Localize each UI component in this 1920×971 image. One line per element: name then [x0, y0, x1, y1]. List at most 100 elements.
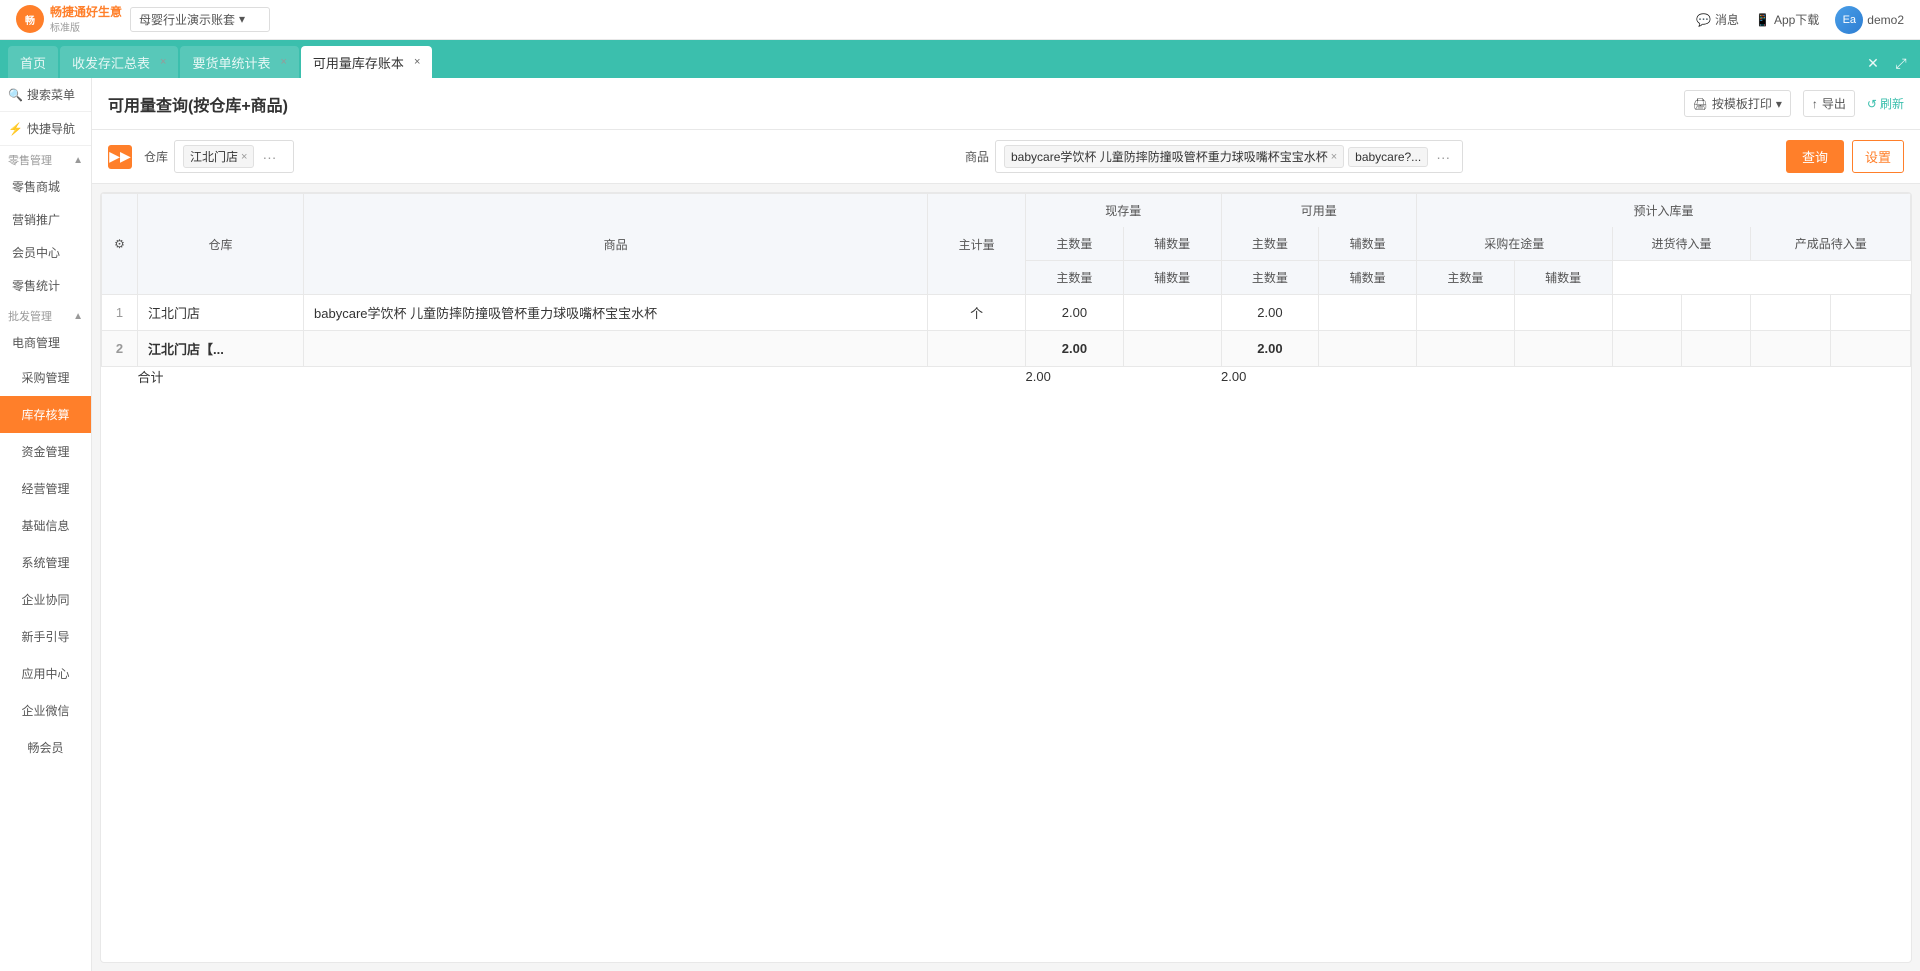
tab-window-actions: ✕ ⤢ [1862, 52, 1912, 78]
col-purchase-transit-header: 采购在途量 [1417, 227, 1613, 261]
sidebar-item-enterprise[interactable]: 企业协同 [0, 581, 91, 618]
col-pp-main-header: 主数量 [1221, 261, 1319, 295]
sidebar-item-retail-stats[interactable]: 零售统计 [0, 269, 91, 302]
tab-home[interactable]: 首页 [8, 46, 58, 78]
row-1-pt-aux [1514, 295, 1612, 331]
export-label: 导出 [1822, 95, 1846, 112]
row-2-current-main: 2.00 [1026, 331, 1124, 367]
brand-info: 畅捷通好生意 标准版 [50, 5, 122, 34]
col-settings-header[interactable]: ⚙ [102, 194, 138, 295]
col-pp-aux-header: 辅数量 [1319, 261, 1417, 295]
export-button[interactable]: ↑ 导出 [1803, 90, 1855, 117]
tab-available-stock-close[interactable]: × [414, 56, 420, 68]
col-avail-aux-header: 辅数量 [1319, 227, 1417, 261]
retail-section-arrow: ▲ [73, 155, 83, 166]
col-purchase-pending-header: 进货待入量 [1612, 227, 1751, 261]
sidebar-item-retail-mall[interactable]: 零售商城 [0, 170, 91, 203]
col-unit-header: 主计量 [928, 194, 1026, 295]
filter-toggle-button[interactable]: ▶▶ [108, 145, 132, 169]
sidebar-item-finance[interactable]: 资金管理 [0, 433, 91, 470]
sidebar-item-ecommerce[interactable]: 电商管理 [0, 326, 91, 359]
sidebar-item-member[interactable]: 畅会员 [0, 729, 91, 766]
warehouse-tag-close[interactable]: × [241, 151, 247, 163]
col-avail-main-header: 主数量 [1221, 227, 1319, 261]
data-table: ⚙ 仓库 商品 主计量 现存量 可用量 预计入库量 主数量 辅数量 主数量 辅数… [101, 193, 1911, 386]
total-pt-aux [1514, 367, 1612, 387]
row-1-pt-main [1417, 295, 1515, 331]
sidebar-section-retail-label: 零售管理 [8, 152, 52, 168]
table-row: 1 江北门店 babycare学饮杯 儿童防摔防撞吸管杯重力球吸嘴杯宝宝水杯 个… [102, 295, 1911, 331]
warehouse-filter-input[interactable]: 江北门店 × ··· [174, 140, 294, 173]
product-filter-input[interactable]: babycare学饮杯 儿童防摔防撞吸管杯重力球吸嘴杯宝宝水杯 × babyca… [995, 140, 1463, 173]
row-2-product [304, 331, 928, 367]
brand-icon: 畅 [16, 5, 44, 33]
row-2-pt-main [1417, 331, 1515, 367]
sidebar-item-appcenter[interactable]: 应用中心 [0, 655, 91, 692]
operations-label: 经营管理 [21, 480, 69, 497]
export-icon: ↑ [1812, 97, 1818, 111]
newguide-label: 新手引导 [21, 628, 69, 645]
refresh-button[interactable]: ↺ 刷新 [1867, 95, 1904, 112]
sidebar: 🔍 搜索菜单 ⚡ 快捷导航 零售管理 ▲ 零售商城 营销推广 会员中心 零售统计… [0, 78, 92, 971]
sidebar-item-newguide[interactable]: 新手引导 [0, 618, 91, 655]
row-2-fp-main [1751, 331, 1831, 367]
sidebar-item-basic[interactable]: 基础信息 [0, 507, 91, 544]
brand-sub: 标准版 [50, 19, 122, 34]
tab-order-stats[interactable]: 要货单统计表 × [180, 46, 298, 78]
tab-order-stats-label: 要货单统计表 [192, 53, 270, 72]
tab-order-stats-close[interactable]: × [280, 56, 286, 68]
col-current-aux-header: 辅数量 [1123, 227, 1221, 261]
total-avail-aux [1319, 367, 1417, 387]
page-header: 可用量查询(按仓库+商品) 🖨 按模板打印 ▾ ↑ 导出 ↺ 刷新 [92, 78, 1920, 130]
sidebar-section-wholesale[interactable]: 批发管理 ▲ [0, 302, 91, 326]
refresh-icon: ↺ [1867, 97, 1877, 111]
row-2-avail-aux [1319, 331, 1417, 367]
col-pt-main-header: 主数量 [1026, 261, 1124, 295]
sidebar-section-retail[interactable]: 零售管理 ▲ [0, 146, 91, 170]
table-row: 2 江北门店【... 2.00 2.00 [102, 331, 1911, 367]
total-fp-aux [1831, 367, 1911, 387]
total-row: 合计 2.00 2.00 [102, 367, 1911, 387]
tab-available-stock[interactable]: 可用量库存账本 × [301, 46, 432, 78]
setting-button[interactable]: 设置 [1852, 140, 1904, 173]
query-button[interactable]: 查询 [1786, 140, 1844, 173]
row-2-pp-main [1612, 331, 1681, 367]
table-footer: 合计 2.00 2.00 [102, 367, 1911, 387]
print-dropdown-icon: ▾ [1776, 97, 1782, 111]
message-button[interactable]: 💬 消息 [1696, 11, 1739, 28]
print-label: 按模板打印 [1712, 95, 1772, 112]
product-filter-more[interactable]: ··· [1432, 149, 1454, 165]
total-pt-main [1417, 367, 1515, 387]
sidebar-item-member-center[interactable]: 会员中心 [0, 236, 91, 269]
sidebar-item-enterprise-wx[interactable]: 企业微信 [0, 692, 91, 729]
row-2-unit [928, 331, 1026, 367]
close-window-button[interactable]: ✕ [1862, 52, 1884, 74]
sidebar-search-menu[interactable]: 🔍 搜索菜单 [0, 78, 91, 112]
col-current-stock-header: 现存量 [1026, 194, 1222, 228]
warehouse-filter-more[interactable]: ··· [258, 149, 280, 165]
app-download-label: App下载 [1774, 11, 1819, 28]
sidebar-item-inventory[interactable]: 库存核算 [0, 396, 91, 433]
filter-warehouse-group: 仓库 江北门店 × ··· [144, 140, 953, 173]
main-layout: 🔍 搜索菜单 ⚡ 快捷导航 零售管理 ▲ 零售商城 营销推广 会员中心 零售统计… [0, 78, 1920, 971]
tab-home-label: 首页 [20, 53, 46, 72]
maximize-window-button[interactable]: ⤢ [1890, 52, 1912, 74]
sidebar-item-system[interactable]: 系统管理 [0, 544, 91, 581]
user-profile[interactable]: Ea demo2 [1835, 6, 1904, 34]
sidebar-item-marketing[interactable]: 营销推广 [0, 203, 91, 236]
tab-income-expense-close[interactable]: × [160, 56, 166, 68]
sidebar-quick-nav[interactable]: ⚡ 快捷导航 [0, 112, 91, 146]
product-tag-1-close[interactable]: × [1331, 151, 1337, 163]
row-1-avail-main: 2.00 [1221, 295, 1319, 331]
warehouse-tag: 江北门店 × [183, 145, 254, 168]
print-button[interactable]: 🖨 按模板打印 ▾ [1684, 90, 1791, 117]
sidebar-item-operations[interactable]: 经营管理 [0, 470, 91, 507]
app-download-button[interactable]: 📱 App下载 [1755, 11, 1819, 28]
sidebar-item-purchase[interactable]: 采购管理 [0, 359, 91, 396]
warehouse-tag-value: 江北门店 [190, 148, 238, 165]
tenant-selector[interactable]: 母婴行业演示账套 ▾ [130, 7, 270, 32]
product-tag-1: babycare学饮杯 儿童防摔防撞吸管杯重力球吸嘴杯宝宝水杯 × [1004, 145, 1344, 168]
page-title: 可用量查询(按仓库+商品) [108, 92, 288, 116]
brand-name: 畅捷通好生意 [50, 5, 122, 19]
tab-income-expense[interactable]: 收发存汇总表 × [60, 46, 178, 78]
